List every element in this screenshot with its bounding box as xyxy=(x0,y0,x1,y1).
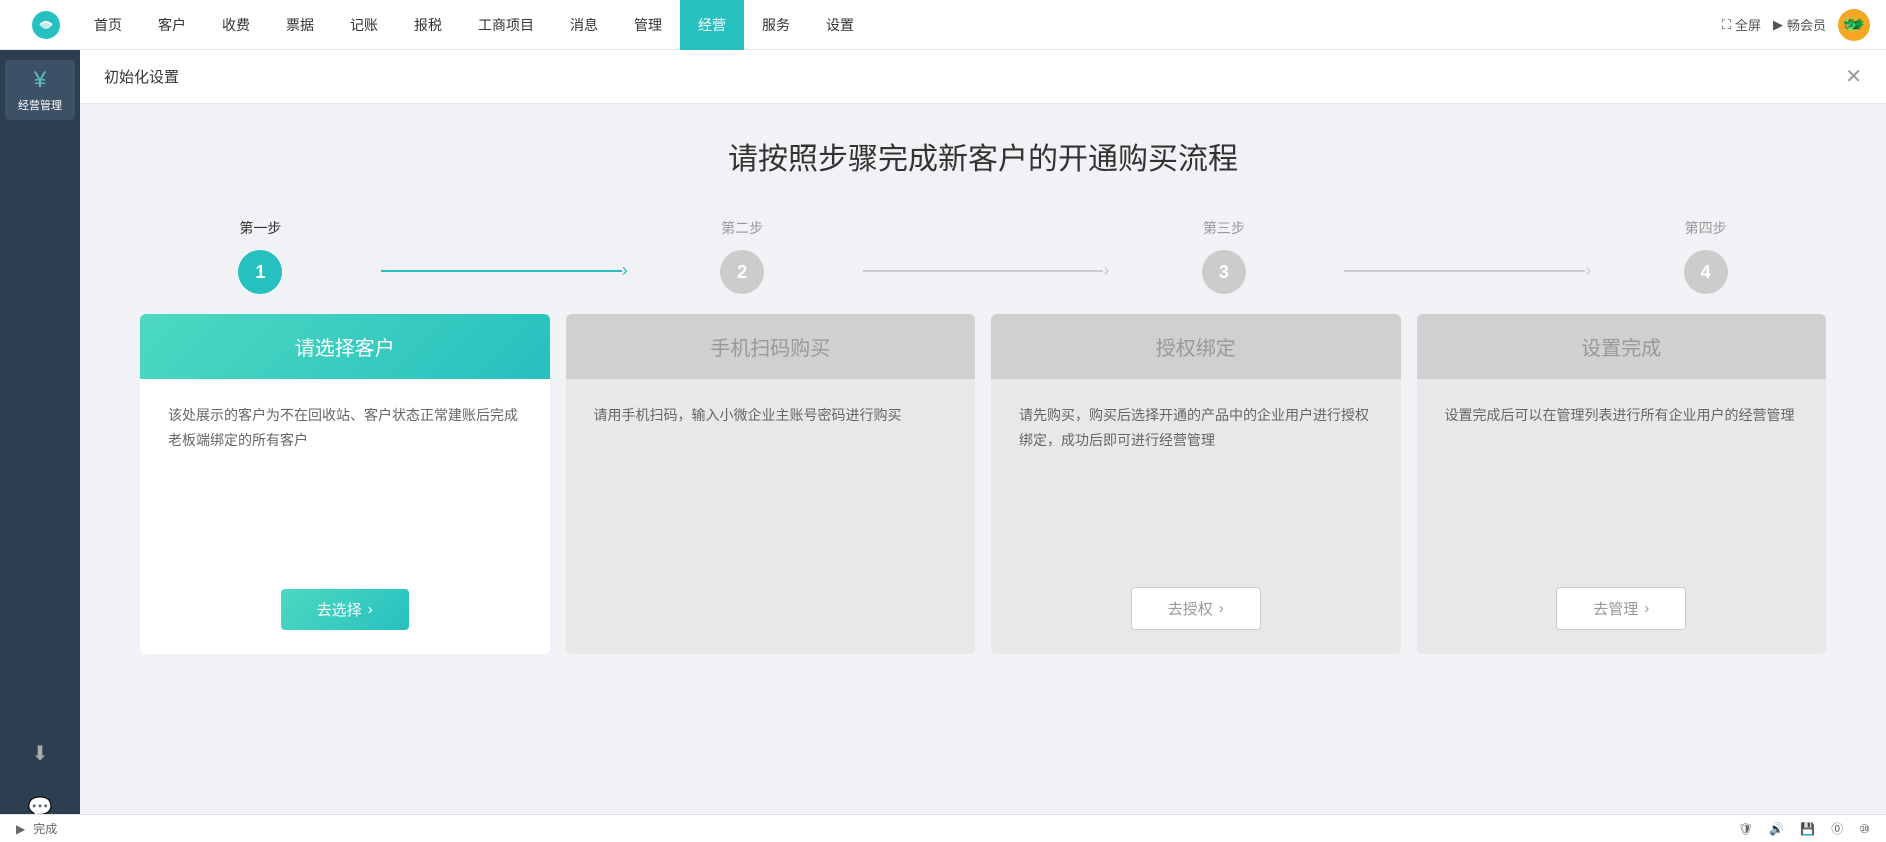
step-card-1: 请选择客户 该处展示的客户为不在回收站、客户状态正常建账后完成老板端绑定的所有客… xyxy=(140,314,550,654)
card-text-2: 请用手机扫码，输入小微企业主账号密码进行购买 xyxy=(594,407,902,423)
sidebar-download[interactable]: ⬇ xyxy=(5,728,75,778)
play-btn[interactable]: ▶ xyxy=(16,822,25,836)
fullscreen-icon: ⛶ xyxy=(1722,17,1731,33)
step-card-3: 授权绑定 请先购买，购买后选择开通的产品中的企业用户进行授权绑定，成功后即可进行… xyxy=(991,314,1401,654)
step-wrapper-3: 第三步 3 xyxy=(1103,218,1344,294)
play-icon: ▶ xyxy=(1773,17,1783,33)
vip-label: 畅会员 xyxy=(1787,15,1826,34)
content-area: 初始化设置 ✕ 请按照步骤完成新客户的开通购买流程 第一步 1 第二步 xyxy=(80,50,1886,842)
topbar-right: ⛶ 全屏 ▶ 畅会员 🐲 xyxy=(1722,9,1870,41)
step-number-3: 3 xyxy=(1219,262,1229,283)
card-header-1: 请选择客户 xyxy=(140,314,550,379)
card-text-4: 设置完成后可以在管理列表进行所有企业用户的经营管理 xyxy=(1445,407,1795,423)
card-footer-3: 去授权 › xyxy=(991,571,1401,654)
status-label: 完成 xyxy=(33,820,57,837)
card-body-2: 请用手机扫码，输入小微企业主账号密码进行购买 xyxy=(566,379,976,614)
card-title-4: 设置完成 xyxy=(1581,338,1661,360)
page-title: 初始化设置 xyxy=(104,66,179,87)
sidebar: ¥ 经营管理 ⬇ 💬 xyxy=(0,50,80,842)
close-button[interactable]: ✕ xyxy=(1845,64,1862,89)
card-body-3: 请先购买，购买后选择开通的产品中的企业用户进行授权绑定，成功后即可进行经营管理 xyxy=(991,379,1401,571)
nav-fee[interactable]: 收费 xyxy=(204,0,268,50)
nav-service[interactable]: 服务 xyxy=(744,0,808,50)
logo[interactable] xyxy=(16,9,76,41)
go-select-label: 去选择 xyxy=(317,599,362,620)
nav-tax[interactable]: 报税 xyxy=(396,0,460,50)
statusbar-right: 🛡 🔊 💾 ⓪ ⑩ xyxy=(1738,820,1870,837)
card-title-3: 授权绑定 xyxy=(1156,338,1236,360)
card-footer-4: 去管理 › xyxy=(1417,571,1827,654)
sidebar-item-label: 经营管理 xyxy=(18,97,62,113)
step-wrapper-1: 第一步 1 xyxy=(140,218,381,294)
section-title: 请按照步骤完成新客户的开通购买流程 xyxy=(140,134,1826,178)
statusbar: ▶ 完成 🛡 🔊 💾 ⓪ ⑩ xyxy=(0,814,1886,842)
step-label-2: 第二步 xyxy=(721,218,763,238)
step-connector-1 xyxy=(381,270,622,272)
step-label-3: 第三步 xyxy=(1203,218,1245,238)
sidebar-item-operation[interactable]: ¥ 经营管理 xyxy=(5,60,75,120)
go-manage-label: 去管理 xyxy=(1593,598,1638,619)
nav-settings[interactable]: 设置 xyxy=(808,0,872,50)
badge-10: ⑩ xyxy=(1859,822,1870,836)
go-manage-button[interactable]: 去管理 › xyxy=(1556,587,1686,630)
step-card-4: 设置完成 设置完成后可以在管理列表进行所有企业用户的经营管理 去管理 › xyxy=(1417,314,1827,654)
step-wrapper-4: 第四步 4 xyxy=(1585,218,1826,294)
go-authorize-label: 去授权 xyxy=(1168,598,1213,619)
nav-message[interactable]: 消息 xyxy=(552,0,616,50)
card-text-3: 请先购买，购买后选择开通的产品中的企业用户进行授权绑定，成功后即可进行经营管理 xyxy=(1019,407,1369,448)
step-number-4: 4 xyxy=(1701,262,1711,283)
nav-business[interactable]: 工商项目 xyxy=(460,0,552,50)
save-icon: 💾 xyxy=(1800,822,1815,836)
card-title-1: 请选择客户 xyxy=(295,338,395,360)
volume-icon: 🔊 xyxy=(1769,822,1784,836)
step-card-2: 手机扫码购买 请用手机扫码，输入小微企业主账号密码进行购买 xyxy=(566,314,976,654)
step-circle-1: 1 xyxy=(238,250,282,294)
card-header-4: 设置完成 xyxy=(1417,314,1827,379)
card-body-4: 设置完成后可以在管理列表进行所有企业用户的经营管理 xyxy=(1417,379,1827,571)
step-wrapper-2: 第二步 2 xyxy=(622,218,863,294)
nav-home[interactable]: 首页 xyxy=(76,0,140,50)
step-number-2: 2 xyxy=(737,262,747,283)
topbar: 首页 客户 收费 票据 记账 报税 工商项目 消息 管理 经营 服务 设置 ⛶ … xyxy=(0,0,1886,50)
nav-customer[interactable]: 客户 xyxy=(140,0,204,50)
page-body: 请按照步骤完成新客户的开通购买流程 第一步 1 第二步 2 xyxy=(80,104,1886,684)
steps-row: 第一步 1 第二步 2 第三步 xyxy=(140,218,1826,294)
nav-account[interactable]: 记账 xyxy=(332,0,396,50)
shield-icon: 🛡 xyxy=(1738,822,1753,836)
nav-ticket[interactable]: 票据 xyxy=(268,0,332,50)
card-body-1: 该处展示的客户为不在回收站、客户状态正常建账后完成老板端绑定的所有客户 xyxy=(140,379,550,573)
card-header-2: 手机扫码购买 xyxy=(566,314,976,379)
logo-icon xyxy=(30,9,62,41)
step-connector-2 xyxy=(863,270,1104,272)
step-number-1: 1 xyxy=(255,262,265,283)
go-manage-arrow: › xyxy=(1644,600,1649,617)
avatar[interactable]: 🐲 xyxy=(1838,9,1870,41)
go-authorize-button[interactable]: 去授权 › xyxy=(1131,587,1261,630)
step-connector-3 xyxy=(1344,270,1585,272)
nav-items: 首页 客户 收费 票据 记账 报税 工商项目 消息 管理 经营 服务 设置 xyxy=(76,0,1722,50)
go-authorize-arrow: › xyxy=(1219,600,1224,617)
nav-operation[interactable]: 经营 xyxy=(680,0,744,50)
main-layout: ¥ 经营管理 ⬇ 💬 初始化设置 ✕ 请按照步骤完成新客户的开通购买流程 第一步… xyxy=(0,50,1886,842)
cards-row: 请选择客户 该处展示的客户为不在回收站、客户状态正常建账后完成老板端绑定的所有客… xyxy=(140,314,1826,654)
step-circle-4: 4 xyxy=(1684,250,1728,294)
nav-manage[interactable]: 管理 xyxy=(616,0,680,50)
badge-0: ⓪ xyxy=(1831,820,1843,837)
vip-btn[interactable]: ▶ 畅会员 xyxy=(1773,15,1826,34)
fullscreen-label: 全屏 xyxy=(1735,15,1761,34)
step-circle-3: 3 xyxy=(1202,250,1246,294)
card-footer-1: 去选择 › xyxy=(140,573,550,654)
go-select-arrow: › xyxy=(368,601,373,618)
go-select-button[interactable]: 去选择 › xyxy=(281,589,409,630)
step-circle-2: 2 xyxy=(720,250,764,294)
card-footer-2 xyxy=(566,614,976,654)
card-title-2: 手机扫码购买 xyxy=(710,338,830,360)
fullscreen-btn[interactable]: ⛶ 全屏 xyxy=(1722,15,1761,34)
card-text-1: 该处展示的客户为不在回收站、客户状态正常建账后完成老板端绑定的所有客户 xyxy=(168,407,518,448)
yuan-icon: ¥ xyxy=(34,67,46,93)
step-label-4: 第四步 xyxy=(1685,218,1727,238)
step-label-1: 第一步 xyxy=(239,218,281,238)
card-header-3: 授权绑定 xyxy=(991,314,1401,379)
page-header: 初始化设置 ✕ xyxy=(80,50,1886,104)
